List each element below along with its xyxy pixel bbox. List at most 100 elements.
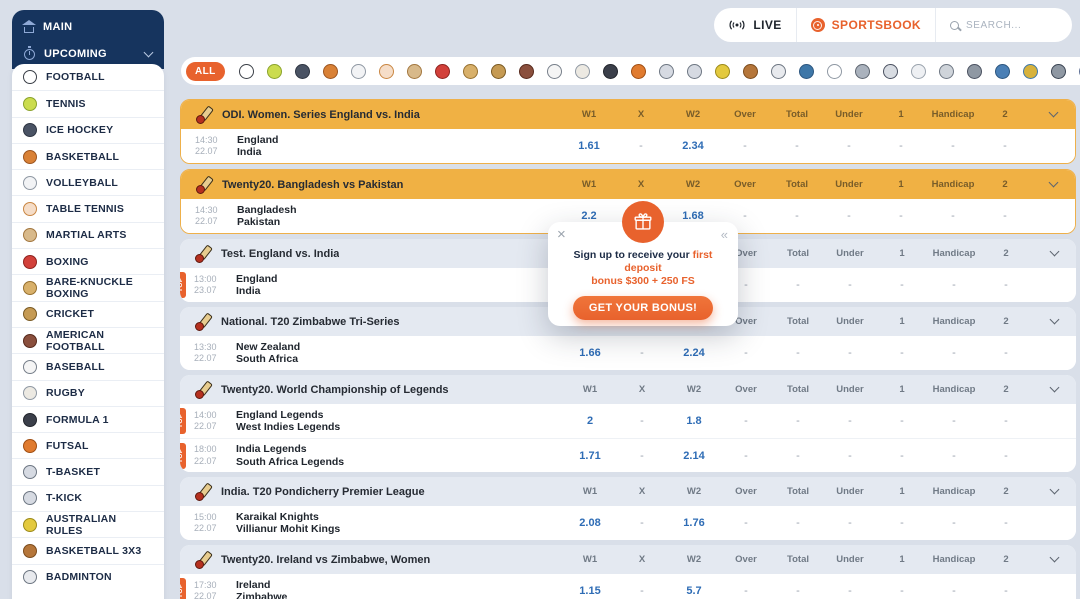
sidebar-item-football[interactable]: FOOTBALL [12, 64, 164, 90]
sidebar-item-bare-knuckle-boxing[interactable]: BARE-KNUCKLE BOXING [12, 274, 164, 300]
odds-total[interactable]: - [772, 450, 824, 462]
odds-handicap[interactable]: - [928, 347, 980, 359]
odds-w2[interactable]: 1.68 [667, 210, 719, 222]
filter-football-icon[interactable] [233, 63, 261, 79]
odds-w1[interactable]: 1.66 [564, 347, 616, 359]
collapse-icon[interactable]: « [721, 228, 728, 241]
filter-cricket-icon[interactable] [485, 63, 513, 79]
odds-1[interactable]: - [875, 140, 927, 152]
filter-australian-rules-icon[interactable] [709, 63, 737, 79]
odds-1[interactable]: - [875, 210, 927, 222]
odds-x[interactable]: - [616, 517, 668, 529]
odds-handicap[interactable]: - [928, 279, 980, 291]
filter-baseball-icon[interactable] [541, 63, 569, 79]
odds-handicap[interactable]: - [928, 450, 980, 462]
odds-2[interactable]: - [980, 415, 1032, 427]
filter-all-button[interactable]: ALL [186, 61, 225, 81]
filter-water-polo-icon[interactable] [1017, 63, 1045, 79]
odds-handicap[interactable]: - [928, 517, 980, 529]
odds-total[interactable]: - [772, 415, 824, 427]
filter-golf-icon[interactable] [905, 63, 933, 79]
odds-1[interactable]: - [876, 585, 928, 597]
match-card-header[interactable]: Twenty20. World Championship of Legends W… [180, 375, 1076, 404]
filter-darts-icon[interactable] [877, 63, 905, 79]
odds-w2[interactable]: 2.34 [667, 140, 719, 152]
odds-under[interactable]: - [823, 210, 875, 222]
odds-x[interactable]: - [615, 140, 667, 152]
odds-handicap[interactable]: - [928, 415, 980, 427]
expand-toggle[interactable] [1032, 552, 1076, 565]
sidebar-item-basketball-3x3[interactable]: BASKETBALL 3X3 [12, 537, 164, 563]
sidebar-item-t-kick[interactable]: T-KICK [12, 484, 164, 511]
odds-2[interactable]: - [980, 585, 1032, 597]
sidebar-item-rugby[interactable]: RUGBY [12, 379, 164, 406]
filter-squash-icon[interactable] [961, 63, 989, 79]
filter-esports-icon[interactable] [1073, 63, 1080, 79]
filter-handball-icon[interactable] [793, 63, 821, 79]
sidebar-item-boxing[interactable]: BOXING [12, 248, 164, 274]
sidebar-item-martial-arts[interactable]: MARTIAL ARTS [12, 221, 164, 248]
odds-over[interactable]: - [720, 517, 772, 529]
filter-fishing-icon[interactable] [989, 63, 1017, 79]
odds-under[interactable]: - [824, 415, 876, 427]
expand-toggle[interactable] [1031, 177, 1075, 190]
filter-boxing-icon[interactable] [429, 63, 457, 79]
filter-martial-arts-icon[interactable] [401, 63, 429, 79]
sidebar-item-ice-hockey[interactable]: ICE HOCKEY [12, 116, 164, 143]
odds-1[interactable]: - [876, 517, 928, 529]
filter-ski-jumping-icon[interactable] [1045, 63, 1073, 79]
sidebar-item-badminton[interactable]: BADMINTON [12, 563, 164, 590]
odds-over[interactable]: - [719, 140, 771, 152]
odds-total[interactable]: - [771, 140, 823, 152]
sidebar-item-upcoming[interactable]: UPCOMING [12, 40, 164, 67]
odds-w1[interactable]: 2.2 [563, 210, 615, 222]
sidebar-item-tennis[interactable]: TENNIS [12, 90, 164, 116]
filter-futsal-icon[interactable] [625, 63, 653, 79]
sidebar-item-basketball[interactable]: BASKETBALL [12, 142, 164, 169]
odds-total[interactable]: - [772, 517, 824, 529]
odds-1[interactable]: - [876, 415, 928, 427]
sportsbook-button[interactable]: SPORTSBOOK [795, 8, 935, 42]
odds-2[interactable]: - [979, 210, 1031, 222]
odds-w1[interactable]: 1.15 [564, 585, 616, 597]
odds-handicap[interactable]: - [927, 210, 979, 222]
odds-under[interactable]: - [824, 517, 876, 529]
odds-over[interactable]: - [720, 450, 772, 462]
filter-basketball-icon[interactable] [317, 63, 345, 79]
sidebar-item-american-football[interactable]: AMERICAN FOOTBALL [12, 326, 164, 353]
filter-tennis-icon[interactable] [261, 63, 289, 79]
filter-chess-icon[interactable] [849, 63, 877, 79]
odds-w1[interactable]: 2.08 [564, 517, 616, 529]
filter-formula-1-icon[interactable] [597, 63, 625, 79]
filter-volleyball-icon[interactable] [345, 63, 373, 79]
sidebar-item-table-tennis[interactable]: TABLE TENNIS [12, 195, 164, 221]
filter-lacrosse-icon[interactable] [933, 63, 961, 79]
odds-w1[interactable]: 1.61 [563, 140, 615, 152]
sidebar-item-main[interactable]: MAIN [12, 14, 164, 40]
expand-toggle[interactable] [1032, 382, 1076, 395]
odds-1[interactable]: - [876, 450, 928, 462]
filter-t-kick-icon[interactable] [681, 63, 709, 79]
expand-toggle[interactable] [1031, 107, 1075, 120]
expand-toggle[interactable] [1032, 246, 1076, 259]
odds-under[interactable]: - [823, 140, 875, 152]
match-card-header[interactable]: ODI. Women. Series England vs. India W1 X W… [181, 100, 1075, 129]
odds-1[interactable]: - [876, 279, 928, 291]
close-icon[interactable]: × [557, 227, 566, 242]
odds-over[interactable]: - [720, 585, 772, 597]
odds-total[interactable]: - [771, 210, 823, 222]
filter-american-football-icon[interactable] [513, 63, 541, 79]
filter-basketball-3x3-icon[interactable] [737, 63, 765, 79]
odds-under[interactable]: - [824, 347, 876, 359]
expand-toggle[interactable] [1032, 484, 1076, 497]
match-card-header[interactable]: Twenty20. Bangladesh vs Pakistan W1 X W2 Ove… [181, 170, 1075, 199]
search-input[interactable] [966, 19, 1058, 31]
odds-w2[interactable]: 5.7 [668, 585, 720, 597]
sidebar-item-australian-rules[interactable]: AUSTRALIAN RULES [12, 511, 164, 537]
sidebar-item-volleyball[interactable]: VOLLEYBALL [12, 169, 164, 195]
odds-total[interactable]: - [772, 585, 824, 597]
odds-w2[interactable]: 1.8 [668, 415, 720, 427]
odds-w2[interactable]: 2.14 [668, 450, 720, 462]
odds-total[interactable]: - [772, 279, 824, 291]
odds-1[interactable]: - [876, 347, 928, 359]
